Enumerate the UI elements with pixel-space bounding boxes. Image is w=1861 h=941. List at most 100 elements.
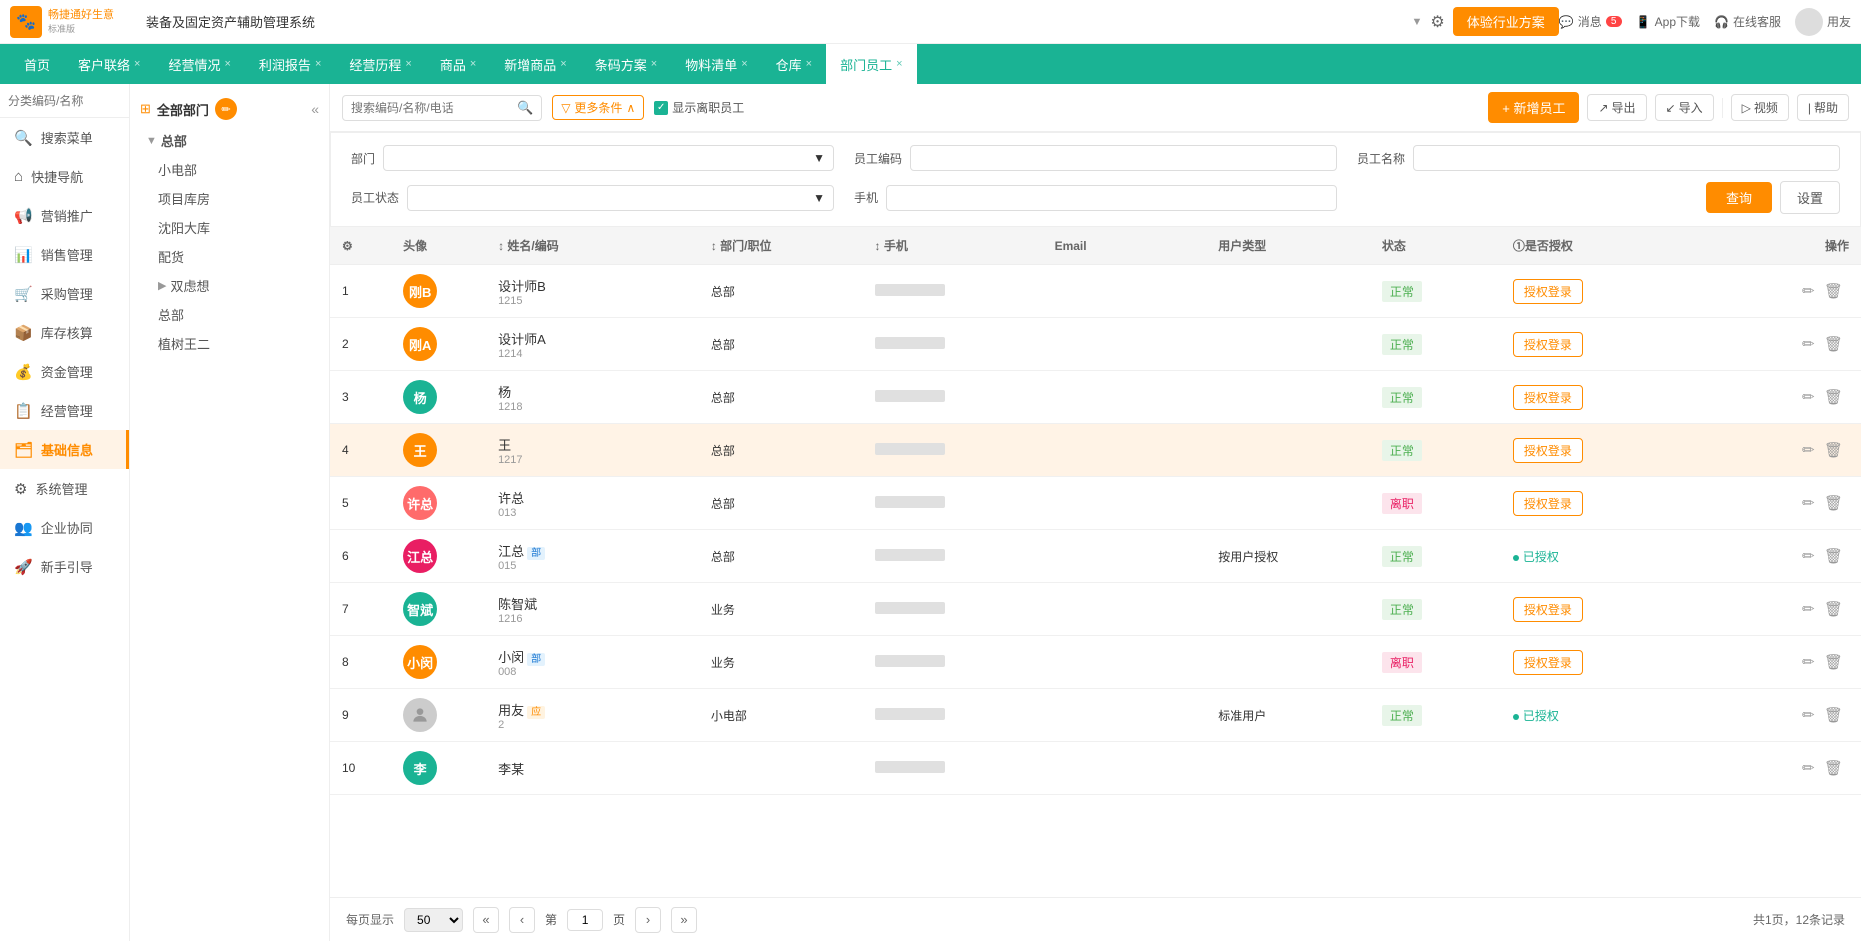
auth-btn[interactable]: 授权登录 — [1513, 597, 1583, 622]
edit-btn[interactable]: ✏ — [1802, 442, 1815, 459]
status-dropdown-icon: ▼ — [813, 191, 825, 205]
nav-customer[interactable]: 客户联络 × — [64, 44, 154, 84]
sidebar-item-inventory[interactable]: 📦 库存核算 — [0, 313, 129, 352]
col-dept-header[interactable]: ↕ 部门/职位 — [699, 227, 863, 265]
delete-btn[interactable]: 🗑 — [1824, 336, 1843, 353]
sidebar-item-basic-info[interactable]: 🗂 基础信息 — [0, 430, 129, 469]
page-num-input[interactable] — [567, 909, 603, 931]
resigned-checkbox[interactable]: ✓ — [654, 101, 668, 115]
delete-btn[interactable]: 🗑 — [1824, 548, 1843, 565]
delete-btn[interactable]: 🗑 — [1824, 442, 1843, 459]
edit-btn[interactable]: ✏ — [1802, 760, 1815, 777]
query-btn[interactable]: 查询 — [1706, 182, 1772, 213]
delete-btn[interactable]: 🗑 — [1824, 707, 1843, 724]
nav-bom[interactable]: 物料清单 × — [671, 44, 761, 84]
tree-item-small-elec[interactable]: 小电部 — [130, 155, 329, 184]
message-btn[interactable]: 💬 消息 5 — [1559, 13, 1622, 30]
phone-input[interactable] — [886, 185, 1337, 211]
edit-btn[interactable]: ✏ — [1802, 654, 1815, 671]
sidebar-item-collab[interactable]: 👥 企业协同 — [0, 508, 129, 547]
auth-btn[interactable]: 授权登录 — [1513, 650, 1583, 675]
delete-btn[interactable]: 🗑 — [1824, 601, 1843, 618]
auth-btn[interactable]: 授权登录 — [1513, 332, 1583, 357]
sidebar-search-input[interactable] — [8, 94, 130, 108]
nav-add-goods[interactable]: 新增商品 × — [490, 44, 580, 84]
tree-item-distribution[interactable]: 配货 — [130, 242, 329, 271]
edit-btn[interactable]: ✏ — [1802, 495, 1815, 512]
tree-item-project-storage[interactable]: 项目库房 — [130, 184, 329, 213]
nav-warehouse[interactable]: 仓库 × — [762, 44, 826, 84]
delete-btn[interactable]: 🗑 — [1824, 389, 1843, 406]
emp-name-input[interactable] — [1413, 145, 1840, 171]
system-title-dropdown[interactable]: ▼ — [1411, 16, 1422, 28]
sidebar-item-purchase[interactable]: 🛒 采购管理 — [0, 274, 129, 313]
emp-code-input[interactable] — [910, 145, 1337, 171]
dept-icon-btn[interactable]: ✏ — [215, 98, 237, 120]
page-size-select[interactable]: 50 100 200 — [404, 908, 463, 932]
col-settings[interactable]: ⚙ — [330, 227, 391, 265]
prev-page-btn[interactable]: ‹ — [509, 907, 535, 933]
first-page-btn[interactable]: « — [473, 907, 499, 933]
edit-btn[interactable]: ✏ — [1802, 336, 1815, 353]
nav-home[interactable]: 首页 — [10, 44, 64, 84]
edit-btn[interactable]: ✏ — [1802, 548, 1815, 565]
delete-btn[interactable]: 🗑 — [1824, 495, 1843, 512]
edit-btn[interactable]: ✏ — [1802, 601, 1815, 618]
collapse-btn[interactable]: « — [311, 101, 319, 117]
video-btn[interactable]: ▷ 视频 — [1731, 94, 1789, 121]
nav-goods[interactable]: 商品 × — [426, 44, 490, 84]
reset-btn[interactable]: 设置 — [1780, 181, 1840, 214]
sidebar-item-system[interactable]: ⚙ 系统管理 — [0, 469, 129, 508]
more-filter-btn[interactable]: ▽ 更多条件 ∧ — [552, 95, 644, 120]
next-page-btn[interactable]: › — [635, 907, 661, 933]
sidebar-item-quick-nav[interactable]: ⌂ 快捷导航 — [0, 157, 129, 196]
sidebar-item-guide[interactable]: 🚀 新手引导 — [0, 547, 129, 586]
export-btn[interactable]: ↗ 导出 — [1587, 94, 1646, 121]
app-download-btn[interactable]: 📱 App下载 — [1636, 13, 1700, 30]
system-title: 装备及固定资产辅助管理系统 — [146, 12, 1411, 31]
search-input[interactable] — [351, 101, 511, 115]
sidebar-item-operation-mgmt[interactable]: 📋 经营管理 — [0, 391, 129, 430]
help-btn[interactable]: | 帮助 — [1797, 94, 1849, 121]
edit-btn[interactable]: ✏ — [1802, 389, 1815, 406]
show-resigned-toggle[interactable]: ✓ 显示离职员工 — [654, 99, 744, 116]
auth-btn[interactable]: 授权登录 — [1513, 385, 1583, 410]
add-employee-btn[interactable]: + 新增员工 — [1488, 92, 1579, 123]
row-avatar: 小闵 — [391, 636, 486, 689]
nav-operation[interactable]: 经营情况 × — [154, 44, 244, 84]
user-btn[interactable]: 用友 — [1795, 8, 1851, 36]
edit-btn[interactable]: ✏ — [1802, 707, 1815, 724]
col-name-header[interactable]: ↕ 姓名/编码 — [486, 227, 699, 265]
online-service-btn[interactable]: 🎧 在线客服 — [1714, 13, 1781, 30]
auth-btn[interactable]: 授权登录 — [1513, 438, 1583, 463]
tree-item-shenyang[interactable]: 沈阳大库 — [130, 213, 329, 242]
sidebar-item-marketing[interactable]: 📢 营销推广 — [0, 196, 129, 235]
nav-profit[interactable]: 利润报告 × — [245, 44, 335, 84]
auth-btn[interactable]: 授权登录 — [1513, 279, 1583, 304]
col-phone-header[interactable]: ↕ 手机 — [863, 227, 1043, 265]
trial-btn[interactable]: 体验行业方案 — [1453, 7, 1559, 36]
nav-dept-emp[interactable]: 部门员工 × — [826, 44, 916, 84]
tree-item-general-hq[interactable]: ▼ 总部 — [130, 126, 329, 155]
dept-select[interactable]: ▼ — [383, 145, 834, 171]
delete-btn[interactable]: 🗑 — [1824, 283, 1843, 300]
sidebar-item-sales[interactable]: 📊 销售管理 — [0, 235, 129, 274]
row-phone — [863, 742, 1043, 795]
tree-item-doublelv[interactable]: ▶ 双虑想 — [130, 271, 329, 300]
delete-btn[interactable]: 🗑 — [1824, 760, 1843, 777]
sidebar-item-finance[interactable]: 💰 资金管理 — [0, 352, 129, 391]
edit-btn[interactable]: ✏ — [1802, 283, 1815, 300]
sidebar-item-search[interactable]: 🔍 搜索菜单 — [0, 118, 129, 157]
settings-btn[interactable]: ⚙ — [1422, 12, 1452, 32]
tree-item-plant-king[interactable]: 植树王二 — [130, 329, 329, 358]
last-page-btn[interactable]: » — [671, 907, 697, 933]
emp-status-select[interactable]: ▼ — [407, 185, 834, 211]
row-num: 7 — [330, 583, 391, 636]
nav-barcode[interactable]: 条码方案 × — [581, 44, 671, 84]
all-dept-label[interactable]: 全部部门 — [157, 100, 209, 119]
tree-item-hq2[interactable]: 总部 — [130, 300, 329, 329]
auth-btn[interactable]: 授权登录 — [1513, 491, 1583, 516]
nav-history[interactable]: 经营历程 × — [335, 44, 425, 84]
delete-btn[interactable]: 🗑 — [1824, 654, 1843, 671]
import-btn[interactable]: ↙ 导入 — [1655, 94, 1714, 121]
